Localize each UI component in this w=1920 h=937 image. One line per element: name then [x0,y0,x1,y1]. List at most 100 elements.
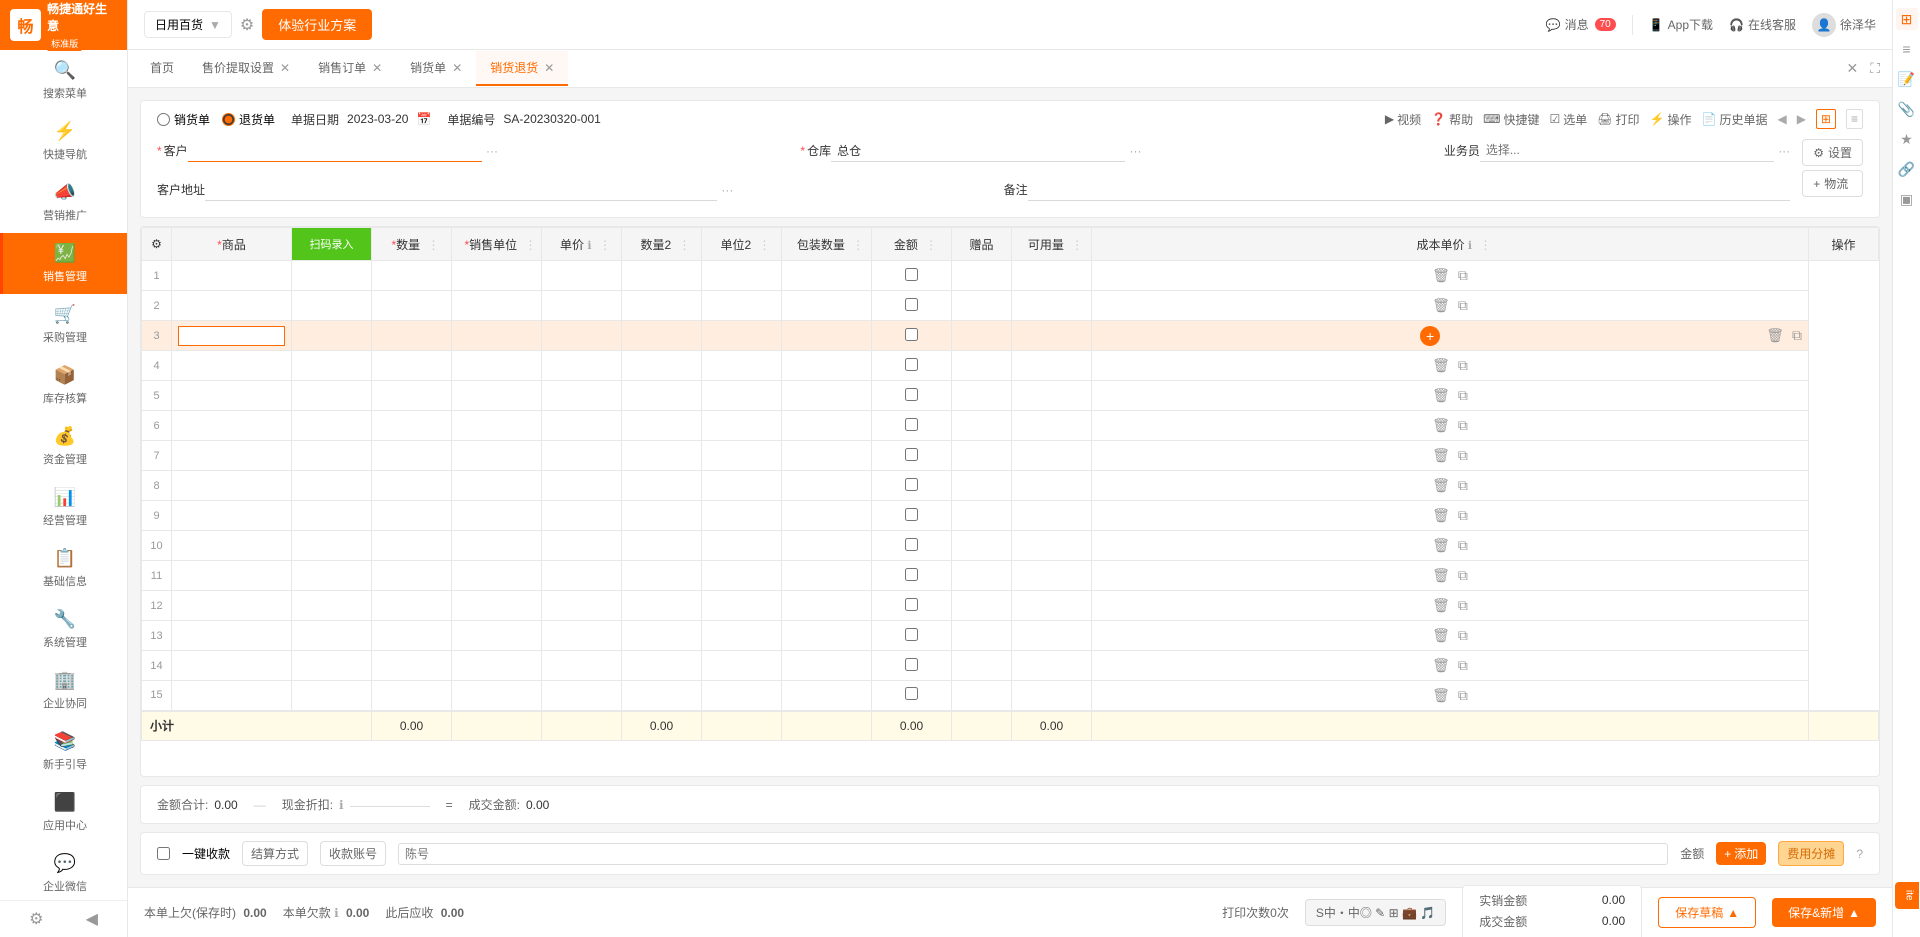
qty-cell[interactable] [292,321,372,351]
delete-row-btn[interactable]: 🗑 [1432,447,1450,464]
qty2-cell[interactable] [542,501,622,531]
topbar-settings-btn[interactable]: ⚙ [240,15,254,35]
amount-cell[interactable] [782,591,872,621]
delete-row-btn[interactable]: 🗑 [1432,627,1450,644]
address-input[interactable] [205,178,717,201]
unit2-cell[interactable] [622,681,702,711]
qty2-cell[interactable] [542,531,622,561]
qty-cell[interactable] [292,531,372,561]
avail-cell[interactable] [952,621,1012,651]
radio-sale-goods[interactable]: 销货单 [157,111,210,128]
col-resize-amount[interactable]: ⋮ [925,238,929,252]
copy-row-btn[interactable]: ⧉ [1458,297,1468,314]
qty2-cell[interactable] [542,561,622,591]
avail-cell[interactable] [952,471,1012,501]
unit2-cell[interactable] [622,291,702,321]
qty-cell[interactable] [292,651,372,681]
gift-checkbox[interactable] [905,658,918,671]
unit2-cell[interactable] [622,651,702,681]
col-resize-price[interactable]: ⋮ [599,238,603,252]
unit-cell[interactable] [372,591,452,621]
video-btn[interactable]: ▶ 视频 [1385,111,1421,128]
copy-row-btn[interactable]: ⧉ [1458,567,1468,584]
logistics-action-btn[interactable]: + 物流 [1802,170,1863,197]
operate-btn[interactable]: ⚡ 操作 [1650,111,1692,128]
daily-selector[interactable]: 日用百货 ▼ [144,11,232,38]
amount-cell[interactable] [782,441,872,471]
price-cell[interactable] [452,291,542,321]
sidebar-item-apps[interactable]: ⬛ 应用中心 [0,782,127,843]
shortcut-btn[interactable]: ⌨ 快捷键 [1483,111,1539,128]
pkgqty-cell[interactable] [702,621,782,651]
customer-search-btn[interactable]: ··· [486,144,498,158]
gift-cell[interactable] [872,321,952,351]
unit2-cell[interactable] [622,531,702,561]
goods-cell[interactable] [172,561,292,591]
gift-cell[interactable] [872,411,952,441]
pkgqty-cell[interactable] [702,351,782,381]
qty-cell[interactable] [292,591,372,621]
delete-row-btn[interactable]: 🗑 [1766,327,1784,344]
gift-cell[interactable] [872,591,952,621]
copy-row-btn[interactable]: ⧉ [1458,657,1468,674]
pkgqty-cell[interactable] [702,381,782,411]
sidebar-item-quicknav[interactable]: ⚡ 快捷导航 [0,111,127,172]
online-service-btn[interactable]: 🎧 在线客服 [1729,16,1796,33]
qty-cell[interactable] [292,621,372,651]
delete-row-btn[interactable]: 🗑 [1432,297,1450,314]
right-sidebar-note-btn[interactable]: 📝 [1896,68,1918,90]
view-toggle-grid[interactable]: ≡ [1846,109,1863,129]
goods-cell[interactable] [172,501,292,531]
amount-cell[interactable] [782,501,872,531]
gift-checkbox[interactable] [905,418,918,431]
delete-row-btn[interactable]: 🗑 [1432,417,1450,434]
unit-cell[interactable] [372,561,452,591]
unit2-cell[interactable] [622,441,702,471]
right-sidebar-star-btn[interactable]: ★ [1896,128,1918,150]
delete-row-btn[interactable]: 🗑 [1432,597,1450,614]
avail-cell[interactable] [952,681,1012,711]
fee-help-icon[interactable]: ? [1856,847,1863,861]
tab-sale-return[interactable]: 销货退货 ✕ [476,51,568,86]
goods-cell[interactable] [172,471,292,501]
amount-cell[interactable] [782,381,872,411]
user-profile-btn[interactable]: 👤 徐泽华 [1812,13,1876,37]
qty2-cell[interactable] [542,411,622,441]
gift-checkbox[interactable] [905,358,918,371]
print-btn[interactable]: 🖨 打印 [1597,111,1639,128]
view-toggle-list[interactable]: ⊞ [1816,109,1836,129]
price-cell[interactable] [452,681,542,711]
price-cell[interactable] [452,621,542,651]
gift-cell[interactable] [872,651,952,681]
sidebar-settings-btn[interactable]: ⚙ [29,909,43,929]
experience-btn[interactable]: 体验行业方案 [262,9,372,40]
gift-checkbox[interactable] [905,538,918,551]
qty-cell[interactable] [292,681,372,711]
amount-cell[interactable] [782,561,872,591]
unit2-cell[interactable] [622,411,702,441]
col-resize-unit2[interactable]: ⋮ [759,238,763,252]
copy-row-btn[interactable]: ⧉ [1458,477,1468,494]
copy-row-btn[interactable]: ⧉ [1458,687,1468,704]
fee-split-btn[interactable]: 费用分摊 [1778,841,1844,866]
qty-cell[interactable] [292,381,372,411]
sidebar-item-ops[interactable]: 📊 经营管理 [0,477,127,538]
amount-cell[interactable] [782,621,872,651]
discount-info-icon[interactable]: ℹ [339,798,344,812]
delete-row-btn[interactable]: 🗑 [1432,567,1450,584]
goods-cell[interactable] [172,531,292,561]
avail-cell[interactable] [952,531,1012,561]
gift-cell[interactable] [872,261,952,291]
radio-return[interactable]: 退货单 [222,111,275,128]
qty-cell[interactable] [292,561,372,591]
gift-checkbox[interactable] [905,388,918,401]
qty2-cell[interactable] [542,591,622,621]
unit-cell[interactable] [372,681,452,711]
unit-cell[interactable] [372,351,452,381]
copy-row-btn[interactable]: ⧉ [1458,417,1468,434]
amount-cell[interactable] [782,321,872,351]
gift-cell[interactable] [872,621,952,651]
unit-cell[interactable] [372,381,452,411]
unit2-cell[interactable] [622,471,702,501]
unit2-cell[interactable] [622,321,702,351]
